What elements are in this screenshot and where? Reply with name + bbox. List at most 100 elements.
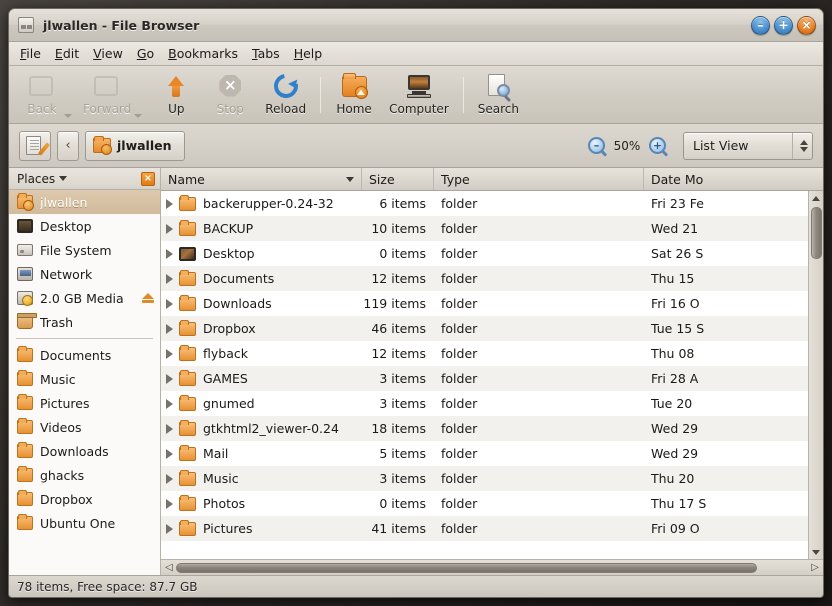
folder-icon — [179, 394, 196, 411]
vertical-scrollbar[interactable] — [808, 191, 823, 559]
chevron-down-icon[interactable] — [59, 176, 68, 181]
table-row[interactable]: BACKUP 10 items folder Wed 21 — [161, 216, 808, 241]
sidebar-item-pictures[interactable]: Pictures — [9, 391, 160, 415]
sidebar-item-jlwallen[interactable]: jlwallen — [9, 190, 160, 214]
expander-triangle-icon[interactable] — [166, 473, 173, 484]
cell-type: folder — [441, 346, 478, 361]
table-row[interactable]: gtkhtml2_viewer-0.24 18 items folder Wed 29 — [161, 416, 808, 441]
stop-button[interactable]: × Stop — [203, 69, 257, 121]
zoom-out-icon[interactable]: – — [588, 137, 605, 154]
file-list-pane: Name Size Type Date Mo backerupper-0.24-… — [161, 168, 823, 575]
up-button[interactable]: Up — [149, 69, 203, 121]
folder-icon — [179, 519, 196, 536]
expander-triangle-icon[interactable] — [166, 198, 173, 209]
scroll-up-arrow[interactable] — [809, 191, 824, 205]
table-row[interactable]: GAMES 3 items folder Fri 28 A — [161, 366, 808, 391]
back-menu-arrow[interactable] — [64, 113, 72, 118]
menu-go[interactable]: Go — [130, 43, 161, 64]
expander-triangle-icon[interactable] — [166, 523, 173, 534]
sidebar-item-trash[interactable]: Trash — [9, 310, 160, 334]
sidebar-item-music[interactable]: Music — [9, 367, 160, 391]
vertical-scroll-track[interactable] — [809, 205, 824, 545]
cell-name: Photos — [161, 494, 362, 511]
expander-triangle-icon[interactable] — [166, 373, 173, 384]
edit-location-button[interactable] — [19, 130, 51, 161]
table-row[interactable]: Dropbox 46 items folder Tue 15 S — [161, 316, 808, 341]
menu-file[interactable]: File — [13, 43, 48, 64]
menu-view[interactable]: View — [86, 43, 130, 64]
scroll-down-arrow[interactable] — [809, 545, 824, 559]
sidebar-item-media[interactable]: 2.0 GB Media — [9, 286, 160, 310]
column-header-type[interactable]: Type — [434, 168, 644, 190]
menu-tabs[interactable]: Tabs — [245, 43, 287, 64]
close-button[interactable]: × — [797, 15, 816, 35]
search-button[interactable]: Search — [470, 69, 527, 121]
horizontal-scroll-thumb[interactable] — [176, 562, 758, 573]
expander-triangle-icon[interactable] — [166, 498, 173, 509]
sidebar-item-ghacks[interactable]: ghacks — [9, 463, 160, 487]
menu-help[interactable]: Help — [287, 43, 330, 64]
cell-size: 12 items — [371, 271, 426, 286]
expander-triangle-icon[interactable] — [166, 248, 173, 259]
expander-triangle-icon[interactable] — [166, 348, 173, 359]
table-row[interactable]: Documents 12 items folder Thu 15 — [161, 266, 808, 291]
close-sidebar-button[interactable]: × — [141, 171, 155, 186]
sidebar-item-documents[interactable]: Documents — [9, 343, 160, 367]
scroll-right-arrow[interactable]: ▷ — [808, 561, 822, 575]
minimize-button[interactable]: – — [751, 15, 770, 35]
sidebar-item-file-system[interactable]: File System — [9, 238, 160, 262]
table-row[interactable]: Music 3 items folder Thu 20 — [161, 466, 808, 491]
cell-type: folder — [441, 371, 478, 386]
table-row[interactable]: backerupper-0.24-32 6 items folder Fri 23 F… — [161, 191, 808, 216]
sidebar-item-network[interactable]: Network — [9, 262, 160, 286]
expander-triangle-icon[interactable] — [166, 323, 173, 334]
expander-triangle-icon[interactable] — [166, 298, 173, 309]
places-header[interactable]: Places × — [9, 168, 160, 190]
breadcrumb-jlwallen[interactable]: jlwallen — [85, 130, 185, 161]
cell-type: folder — [441, 321, 478, 336]
forward-menu-arrow[interactable] — [134, 113, 143, 118]
home-button[interactable]: Home — [327, 69, 381, 121]
expander-triangle-icon[interactable] — [166, 223, 173, 234]
menu-edit[interactable]: Edit — [48, 43, 86, 64]
column-header-size[interactable]: Size — [362, 168, 434, 190]
scroll-left-arrow[interactable]: ◁ — [162, 561, 176, 575]
folder-icon — [179, 194, 196, 211]
sidebar-item-ubuntu-one[interactable]: Ubuntu One — [9, 511, 160, 535]
folder-icon — [179, 444, 196, 461]
column-header-name-label: Name — [168, 171, 205, 187]
cell-date-modified: Tue 15 S — [651, 321, 705, 336]
sidebar-item-videos[interactable]: Videos — [9, 415, 160, 439]
back-button[interactable]: Back — [15, 69, 69, 121]
menu-bookmarks[interactable]: Bookmarks — [161, 43, 245, 64]
expander-triangle-icon[interactable] — [166, 423, 173, 434]
zoom-in-icon[interactable]: + — [649, 137, 666, 154]
status-text: 78 items, Free space: 87.7 GB — [17, 579, 198, 594]
computer-button[interactable]: Computer — [381, 69, 457, 121]
table-row[interactable]: Downloads 119 items folder Fri 16 O — [161, 291, 808, 316]
reload-button[interactable]: Reload — [257, 68, 314, 121]
table-row[interactable]: Desktop 0 items folder Sat 26 S — [161, 241, 808, 266]
table-row[interactable]: Photos 0 items folder Thu 17 S — [161, 491, 808, 516]
forward-button[interactable]: Forward — [75, 69, 139, 121]
breadcrumb-label: jlwallen — [117, 138, 172, 153]
expander-triangle-icon[interactable] — [166, 273, 173, 284]
maximize-button[interactable]: + — [774, 15, 793, 35]
path-prev-button[interactable]: ‹ — [57, 130, 79, 161]
table-row[interactable]: gnumed 3 items folder Tue 20 — [161, 391, 808, 416]
eject-icon[interactable] — [142, 293, 154, 303]
view-mode-select[interactable]: List View — [683, 131, 813, 160]
sidebar-item-downloads[interactable]: Downloads — [9, 439, 160, 463]
expander-triangle-icon[interactable] — [166, 398, 173, 409]
sidebar-item-desktop[interactable]: Desktop — [9, 214, 160, 238]
sidebar-item-dropbox[interactable]: Dropbox — [9, 487, 160, 511]
horizontal-scrollbar[interactable]: ◁ ▷ — [161, 559, 823, 575]
table-row[interactable]: Pictures 41 items folder Fri 09 O — [161, 516, 808, 541]
table-row[interactable]: flyback 12 items folder Thu 08 — [161, 341, 808, 366]
table-row[interactable]: Mail 5 items folder Wed 29 — [161, 441, 808, 466]
vertical-scroll-thumb[interactable] — [810, 207, 822, 259]
expander-triangle-icon[interactable] — [166, 448, 173, 459]
column-header-name[interactable]: Name — [161, 168, 362, 190]
column-header-date-modified[interactable]: Date Mo — [644, 168, 823, 190]
horizontal-scroll-track[interactable] — [176, 562, 808, 574]
